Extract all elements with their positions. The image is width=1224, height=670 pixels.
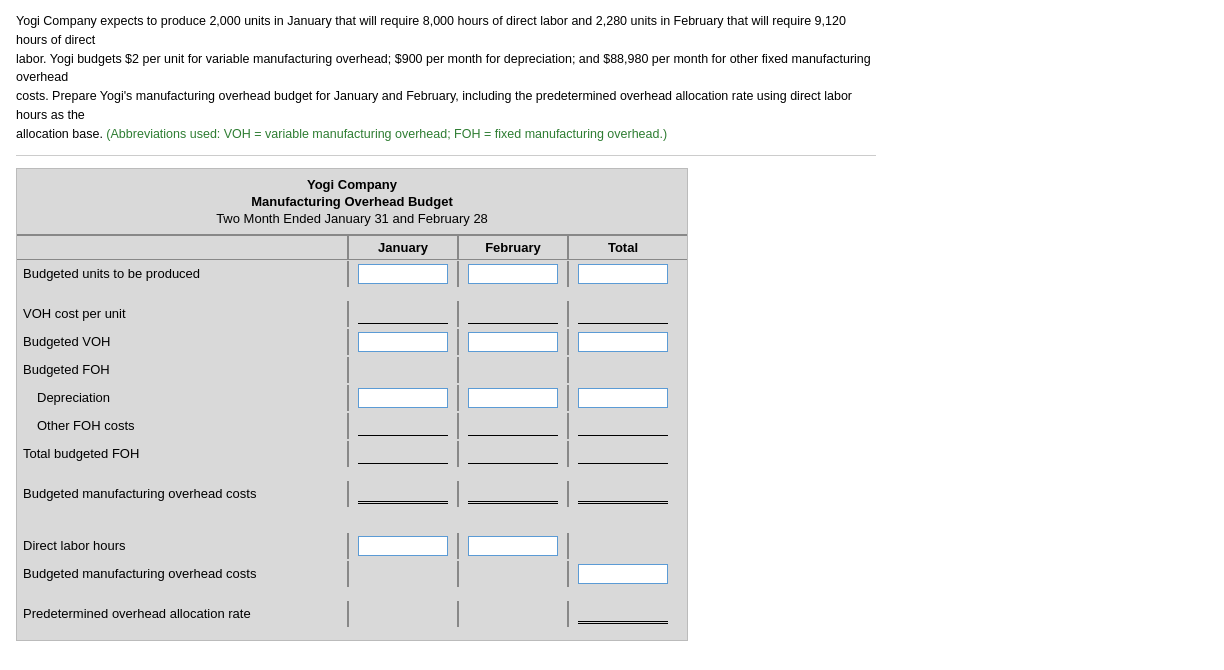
table-row: Budgeted manufacturing overhead costs	[17, 480, 687, 508]
depreciation-feb-cell	[457, 385, 567, 411]
direct-labor-feb-input[interactable]	[468, 536, 558, 556]
total-foh-label: Total budgeted FOH	[17, 443, 347, 464]
direct-labor-feb-cell	[457, 533, 567, 559]
budgeted-foh-label: Budgeted FOH	[17, 359, 347, 380]
budget-title: Manufacturing Overhead Budget	[21, 194, 683, 209]
depreciation-total-cell	[567, 385, 677, 411]
total-foh-jan-cell	[347, 441, 457, 467]
other-foh-feb-input[interactable]	[468, 416, 558, 436]
table-header: Yogi Company Manufacturing Overhead Budg…	[17, 169, 687, 234]
voh-cost-total-cell	[567, 301, 677, 327]
budgeted-foh-feb-empty	[457, 357, 567, 383]
other-foh-total-input[interactable]	[578, 416, 668, 436]
mfg-overhead2-feb-empty	[457, 561, 567, 587]
spacer	[17, 520, 687, 532]
table-row: Other FOH costs	[17, 412, 687, 440]
voh-cost-feb-input[interactable]	[468, 304, 558, 324]
mfg-overhead-jan-input[interactable]	[358, 484, 448, 504]
spacer	[17, 628, 687, 640]
budgeted-voh-feb-cell	[457, 329, 567, 355]
direct-labor-total-empty	[567, 533, 677, 559]
table-row: Direct labor hours	[17, 532, 687, 560]
data-section: Budgeted units to be produced VOH cost p…	[17, 260, 687, 640]
february-col-header: February	[457, 236, 567, 259]
depreciation-label: Depreciation	[17, 387, 347, 408]
total-foh-jan-input[interactable]	[358, 444, 448, 464]
date-range: Two Month Ended January 31 and February …	[21, 211, 683, 226]
budgeted-units-jan-cell	[347, 261, 457, 287]
voh-cost-feb-cell	[457, 301, 567, 327]
mfg-overhead2-total-cell	[567, 561, 677, 587]
budgeted-units-total-input[interactable]	[578, 264, 668, 284]
mfg-overhead-feb-cell	[457, 481, 567, 507]
table-row: Total budgeted FOH	[17, 440, 687, 468]
table-row: Budgeted VOH	[17, 328, 687, 356]
direct-labor-label: Direct labor hours	[17, 535, 347, 556]
predetermined-rate-total-input[interactable]	[578, 604, 668, 624]
table-row: Budgeted FOH	[17, 356, 687, 384]
budgeted-units-label: Budgeted units to be produced	[17, 263, 347, 284]
budgeted-voh-label: Budgeted VOH	[17, 331, 347, 352]
intro-paragraph: Yogi Company expects to produce 2,000 un…	[16, 12, 876, 156]
spacer	[17, 288, 687, 300]
company-name: Yogi Company	[21, 177, 683, 192]
depreciation-total-input[interactable]	[578, 388, 668, 408]
voh-cost-label: VOH cost per unit	[17, 303, 347, 324]
budgeted-units-feb-cell	[457, 261, 567, 287]
depreciation-feb-input[interactable]	[468, 388, 558, 408]
depreciation-jan-cell	[347, 385, 457, 411]
budgeted-foh-total-empty	[567, 357, 677, 383]
mfg-overhead2-total-input[interactable]	[578, 564, 668, 584]
budgeted-foh-jan-empty	[347, 357, 457, 383]
spacer	[17, 588, 687, 600]
other-foh-label: Other FOH costs	[17, 415, 347, 436]
other-foh-total-cell	[567, 413, 677, 439]
january-col-header: January	[347, 236, 457, 259]
budgeted-units-feb-input[interactable]	[468, 264, 558, 284]
mfg-overhead-total-cell	[567, 481, 677, 507]
predetermined-rate-feb-empty	[457, 601, 567, 627]
column-headers: January February Total	[17, 234, 687, 260]
table-row: Depreciation	[17, 384, 687, 412]
mfg-overhead-jan-cell	[347, 481, 457, 507]
mfg-overhead2-jan-empty	[347, 561, 457, 587]
budgeted-voh-jan-input[interactable]	[358, 332, 448, 352]
spacer	[17, 468, 687, 480]
voh-cost-jan-cell	[347, 301, 457, 327]
depreciation-jan-input[interactable]	[358, 388, 448, 408]
direct-labor-jan-input[interactable]	[358, 536, 448, 556]
predetermined-rate-label: Predetermined overhead allocation rate	[17, 603, 347, 624]
predetermined-rate-total-cell	[567, 601, 677, 627]
budgeted-voh-feb-input[interactable]	[468, 332, 558, 352]
direct-labor-jan-cell	[347, 533, 457, 559]
mfg-overhead-feb-input[interactable]	[468, 484, 558, 504]
other-foh-feb-cell	[457, 413, 567, 439]
total-foh-feb-input[interactable]	[468, 444, 558, 464]
total-foh-feb-cell	[457, 441, 567, 467]
budgeted-units-total-cell	[567, 261, 677, 287]
mfg-overhead-total-input[interactable]	[578, 484, 668, 504]
other-foh-jan-cell	[347, 413, 457, 439]
predetermined-rate-jan-empty	[347, 601, 457, 627]
voh-cost-total-input[interactable]	[578, 304, 668, 324]
total-foh-total-cell	[567, 441, 677, 467]
table-row: VOH cost per unit	[17, 300, 687, 328]
total-col-header: Total	[567, 236, 677, 259]
other-foh-jan-input[interactable]	[358, 416, 448, 436]
table-row: Budgeted manufacturing overhead costs	[17, 560, 687, 588]
mfg-overhead2-label: Budgeted manufacturing overhead costs	[17, 563, 347, 584]
table-row: Budgeted units to be produced	[17, 260, 687, 288]
spacer	[17, 508, 687, 520]
budget-table: Yogi Company Manufacturing Overhead Budg…	[16, 168, 688, 641]
budgeted-voh-total-input[interactable]	[578, 332, 668, 352]
mfg-overhead-label: Budgeted manufacturing overhead costs	[17, 483, 347, 504]
table-row: Predetermined overhead allocation rate	[17, 600, 687, 628]
voh-cost-jan-input[interactable]	[358, 304, 448, 324]
budgeted-voh-total-cell	[567, 329, 677, 355]
label-col-header	[17, 236, 347, 259]
budgeted-voh-jan-cell	[347, 329, 457, 355]
budgeted-units-jan-input[interactable]	[358, 264, 448, 284]
total-foh-total-input[interactable]	[578, 444, 668, 464]
